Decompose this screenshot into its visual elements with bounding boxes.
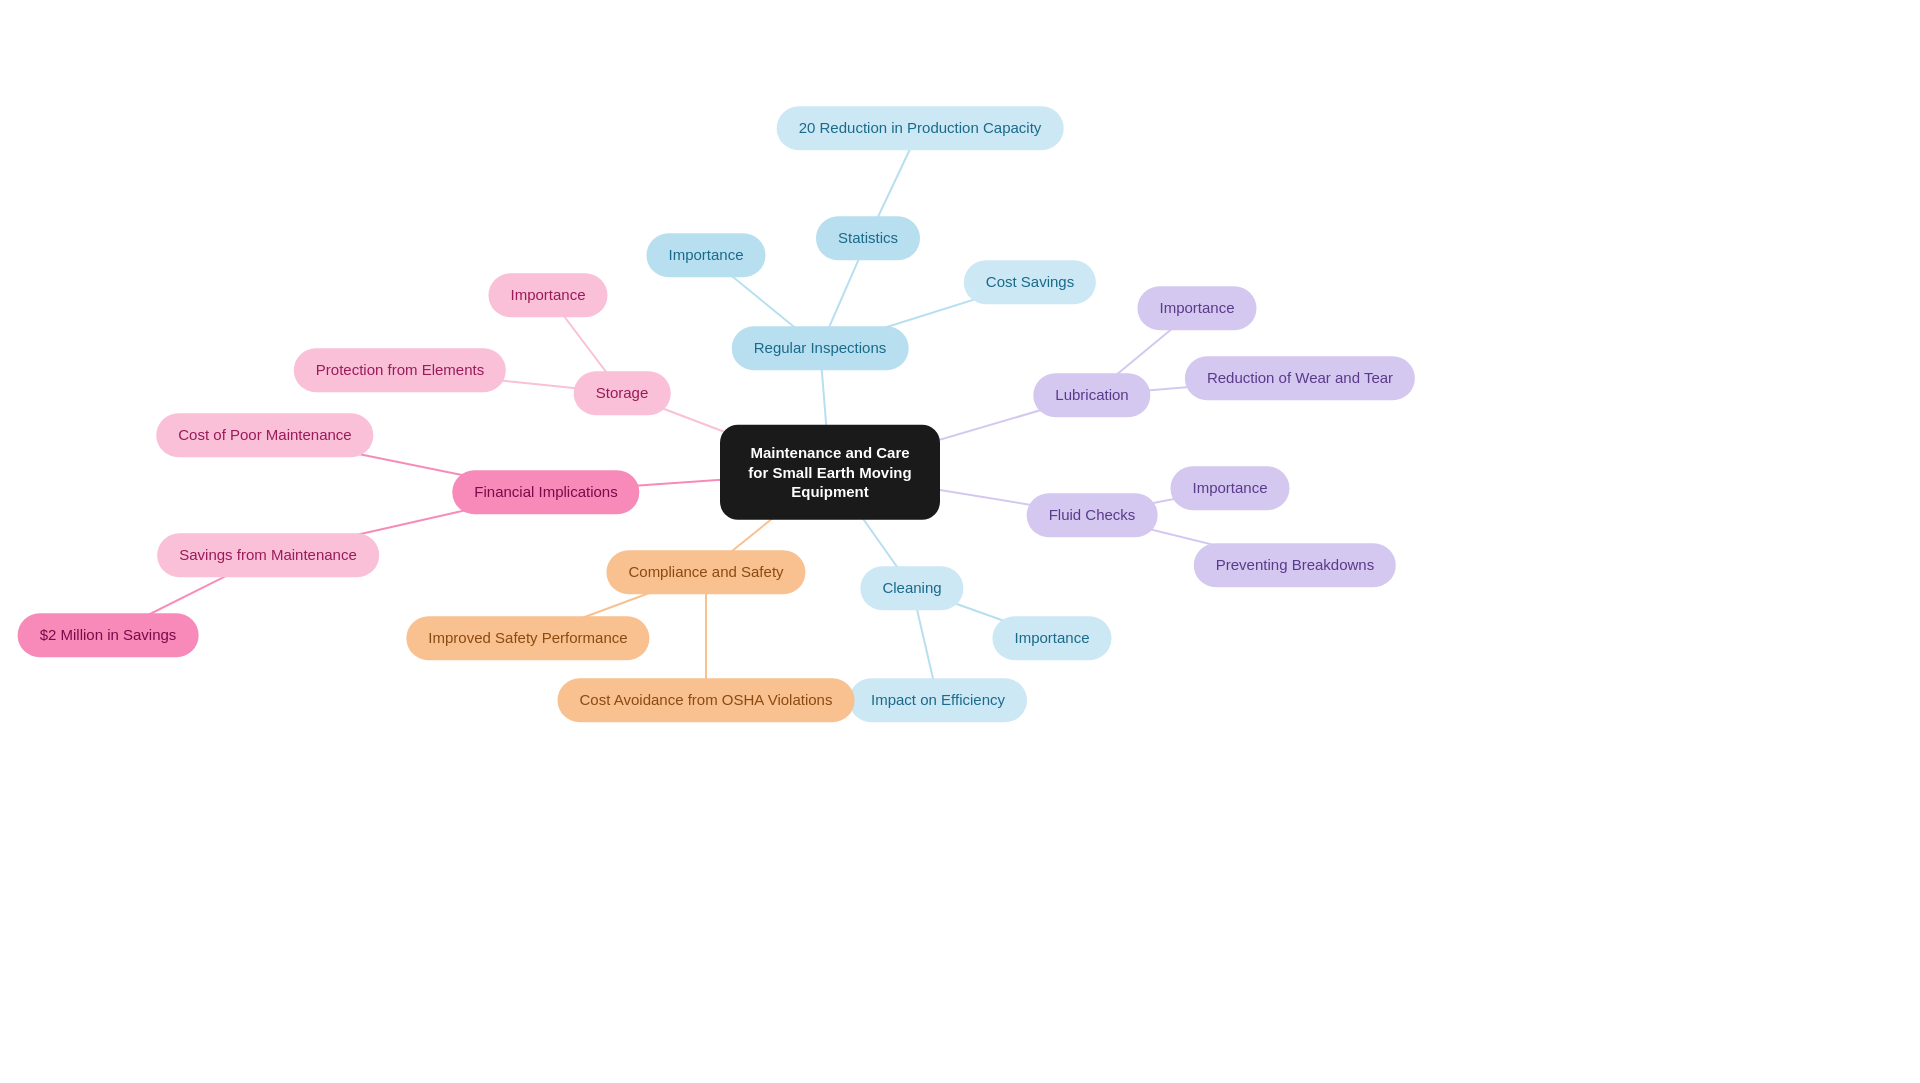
node-financial_implications: Financial Implications	[452, 470, 639, 514]
node-statistics: Statistics	[816, 216, 920, 260]
node-lubrication: Lubrication	[1033, 373, 1150, 417]
node-importance_st: Importance	[488, 273, 607, 317]
node-reduction_production: 20 Reduction in Production Capacity	[777, 106, 1064, 150]
node-improved_safety: Improved Safety Performance	[406, 616, 649, 660]
node-preventing_breakdowns: Preventing Breakdowns	[1194, 543, 1396, 587]
node-two_million_savings: $2 Million in Savings	[18, 613, 199, 657]
node-protection_elements: Protection from Elements	[294, 348, 506, 392]
node-importance_lub: Importance	[1137, 286, 1256, 330]
node-reduction_wear: Reduction of Wear and Tear	[1185, 356, 1415, 400]
node-fluid_checks: Fluid Checks	[1027, 493, 1158, 537]
node-savings_maintenance: Savings from Maintenance	[157, 533, 379, 577]
node-regular_inspections: Regular Inspections	[732, 326, 909, 370]
node-cost_avoidance: Cost Avoidance from OSHA Violations	[558, 678, 855, 722]
node-center: Maintenance and Care for Small Earth Mov…	[720, 425, 940, 520]
node-cost_poor_maintenance: Cost of Poor Maintenance	[156, 413, 373, 457]
node-importance_cl: Importance	[992, 616, 1111, 660]
node-compliance_safety: Compliance and Safety	[606, 550, 805, 594]
node-impact_efficiency: Impact on Efficiency	[849, 678, 1027, 722]
node-cost_savings: Cost Savings	[964, 260, 1096, 304]
node-cleaning: Cleaning	[860, 566, 963, 610]
node-importance_fc: Importance	[1170, 466, 1289, 510]
node-storage: Storage	[574, 371, 671, 415]
mind-map: Maintenance and Care for Small Earth Mov…	[0, 0, 1920, 1083]
node-importance_ri: Importance	[646, 233, 765, 277]
